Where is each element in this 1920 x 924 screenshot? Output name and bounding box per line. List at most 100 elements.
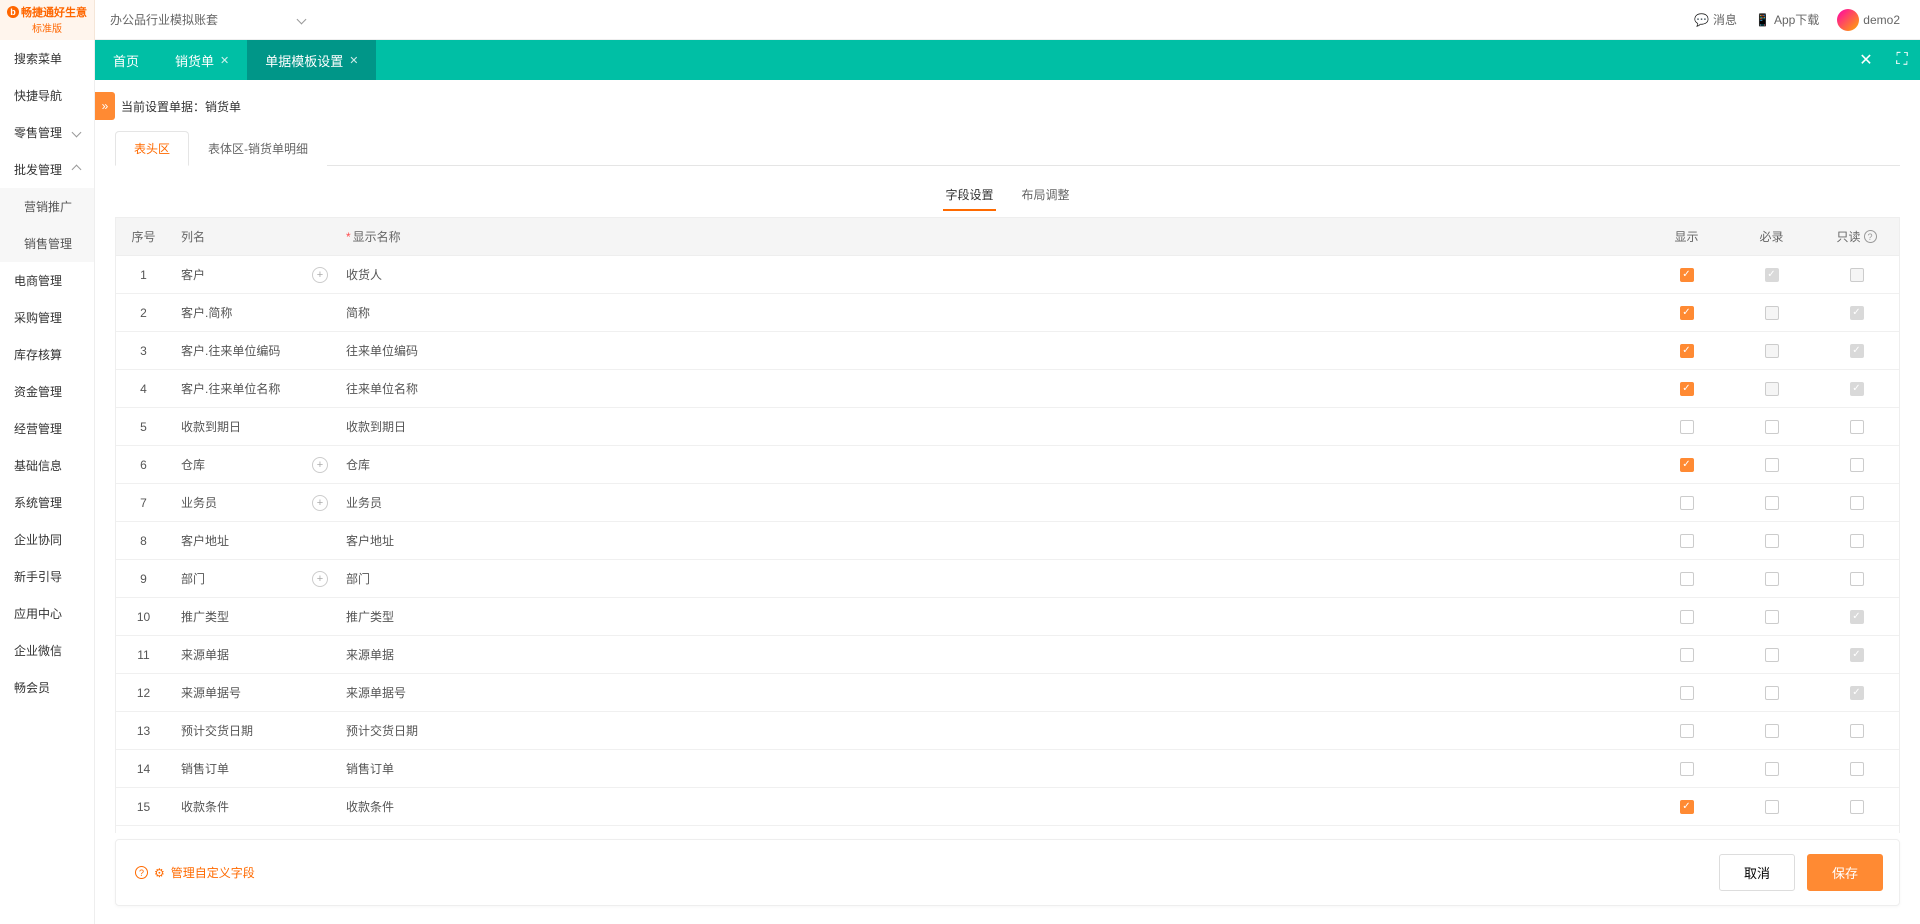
checkbox-required[interactable] [1765,724,1779,738]
sidebar-item[interactable]: 库存核算 [0,336,94,373]
checkbox-readonly[interactable] [1850,420,1864,434]
app-download-button[interactable]: 📱App下载 [1755,11,1819,28]
checkbox-required[interactable] [1765,496,1779,510]
expand-plus-icon[interactable]: + [312,495,328,511]
section-tab[interactable]: 表头区 [115,131,189,166]
checkbox-required[interactable] [1765,610,1779,624]
cell-display-name[interactable]: 来源单据号 [336,674,1644,711]
cell-required [1729,256,1814,293]
checkbox-show[interactable] [1680,648,1694,662]
cell-display-name[interactable]: 收货人 [336,256,1644,293]
sidebar-item[interactable]: 批发管理 [0,151,94,188]
checkbox-show[interactable] [1680,382,1694,396]
close-icon[interactable]: ✕ [349,54,358,67]
cell-seq: 10 [116,598,171,635]
cell-display-name[interactable]: 结算客户 [336,826,1644,833]
checkbox-required[interactable] [1765,648,1779,662]
checkbox-required[interactable] [1765,458,1779,472]
checkbox-show[interactable] [1680,344,1694,358]
checkbox-show[interactable] [1680,534,1694,548]
checkbox-required[interactable] [1765,686,1779,700]
help-icon[interactable]: ? [1864,230,1877,243]
expand-plus-icon[interactable]: + [312,267,328,283]
sidebar-item[interactable]: 快捷导航 [0,77,94,114]
cell-display-name[interactable]: 部门 [336,560,1644,597]
sub-tab[interactable]: 字段设置 [943,180,995,211]
cell-readonly [1814,446,1899,483]
checkbox-show[interactable] [1680,306,1694,320]
messages-button[interactable]: 💬消息 [1694,11,1737,28]
sidebar-item[interactable]: 基础信息 [0,447,94,484]
cell-display-name[interactable]: 收款条件 [336,788,1644,825]
cell-display-name[interactable]: 往来单位名称 [336,370,1644,407]
checkbox-show[interactable] [1680,572,1694,586]
checkbox-show[interactable] [1680,268,1694,282]
sidebar-item[interactable]: 采购管理 [0,299,94,336]
sidebar-item[interactable]: 电商管理 [0,262,94,299]
checkbox-readonly[interactable] [1850,496,1864,510]
checkbox-readonly[interactable] [1850,458,1864,472]
page-tab[interactable]: 单据模板设置✕ [247,40,376,80]
checkbox-readonly[interactable] [1850,762,1864,776]
banner-expand-icon[interactable]: » [95,92,115,120]
checkbox-readonly[interactable] [1850,800,1864,814]
checkbox-show[interactable] [1680,458,1694,472]
fullscreen-icon[interactable]: ⛶ [1884,40,1920,80]
cell-display-name[interactable]: 预计交货日期 [336,712,1644,749]
save-button[interactable]: 保存 [1807,854,1883,891]
cell-display-name[interactable]: 业务员 [336,484,1644,521]
checkbox-required[interactable] [1765,420,1779,434]
manage-custom-fields-link[interactable]: ? ⚙ 管理自定义字段 [132,864,255,881]
sidebar-item[interactable]: 企业微信 [0,632,94,669]
table-row: 15收款条件收款条件 [116,788,1899,826]
cell-display-name[interactable]: 来源单据 [336,636,1644,673]
account-selector[interactable]: 办公品行业模拟账套 [110,11,305,28]
checkbox-readonly[interactable] [1850,572,1864,586]
checkbox-required[interactable] [1765,800,1779,814]
expand-plus-icon[interactable]: + [312,457,328,473]
section-tab[interactable]: 表体区-销货单明细 [189,131,327,166]
sidebar-item[interactable]: 系统管理 [0,484,94,521]
checkbox-show[interactable] [1680,762,1694,776]
sidebar-item[interactable]: 经营管理 [0,410,94,447]
checkbox-show[interactable] [1680,610,1694,624]
cell-required [1729,826,1814,833]
checkbox-show[interactable] [1680,496,1694,510]
checkbox-show[interactable] [1680,724,1694,738]
checkbox-show[interactable] [1680,686,1694,700]
page-tab[interactable]: 首页 [95,40,157,80]
cell-display-name[interactable]: 销售订单 [336,750,1644,787]
sidebar-item[interactable]: 应用中心 [0,595,94,632]
cell-display-name[interactable]: 收款到期日 [336,408,1644,445]
checkbox-show[interactable] [1680,420,1694,434]
cell-display-name[interactable]: 推广类型 [336,598,1644,635]
sidebar-item[interactable]: 新手引导 [0,558,94,595]
sidebar-item[interactable]: 搜索菜单 [0,40,94,77]
checkbox-required[interactable] [1765,572,1779,586]
sub-tab[interactable]: 布局调整 [1020,180,1072,211]
cancel-button[interactable]: 取消 [1719,854,1795,891]
cell-display-name[interactable]: 往来单位编码 [336,332,1644,369]
sidebar-subitem[interactable]: 营销推广 [0,188,94,225]
close-icon[interactable]: ✕ [220,54,229,67]
table-body[interactable]: 1客户+收货人2客户.简称简称3客户.往来单位编码往来单位编码4客户.往来单位名… [115,256,1900,833]
cell-display-name[interactable]: 客户地址 [336,522,1644,559]
cell-display-name[interactable]: 仓库 [336,446,1644,483]
cell-show [1644,598,1729,635]
checkbox-readonly[interactable] [1850,534,1864,548]
cell-display-name[interactable]: 简称 [336,294,1644,331]
sidebar-item[interactable]: 畅会员 [0,669,94,706]
sidebar-item[interactable]: 企业协同 [0,521,94,558]
sidebar-item[interactable]: 资金管理 [0,373,94,410]
close-all-icon[interactable]: ✕ [1848,40,1884,80]
table-row: 1客户+收货人 [116,256,1899,294]
checkbox-show[interactable] [1680,800,1694,814]
sidebar-item[interactable]: 零售管理 [0,114,94,151]
checkbox-required[interactable] [1765,762,1779,776]
expand-plus-icon[interactable]: + [312,571,328,587]
checkbox-readonly[interactable] [1850,724,1864,738]
sidebar-subitem[interactable]: 销售管理 [0,225,94,262]
page-tab[interactable]: 销货单✕ [157,40,247,80]
checkbox-required[interactable] [1765,534,1779,548]
user-menu[interactable]: demo2 [1837,9,1900,31]
